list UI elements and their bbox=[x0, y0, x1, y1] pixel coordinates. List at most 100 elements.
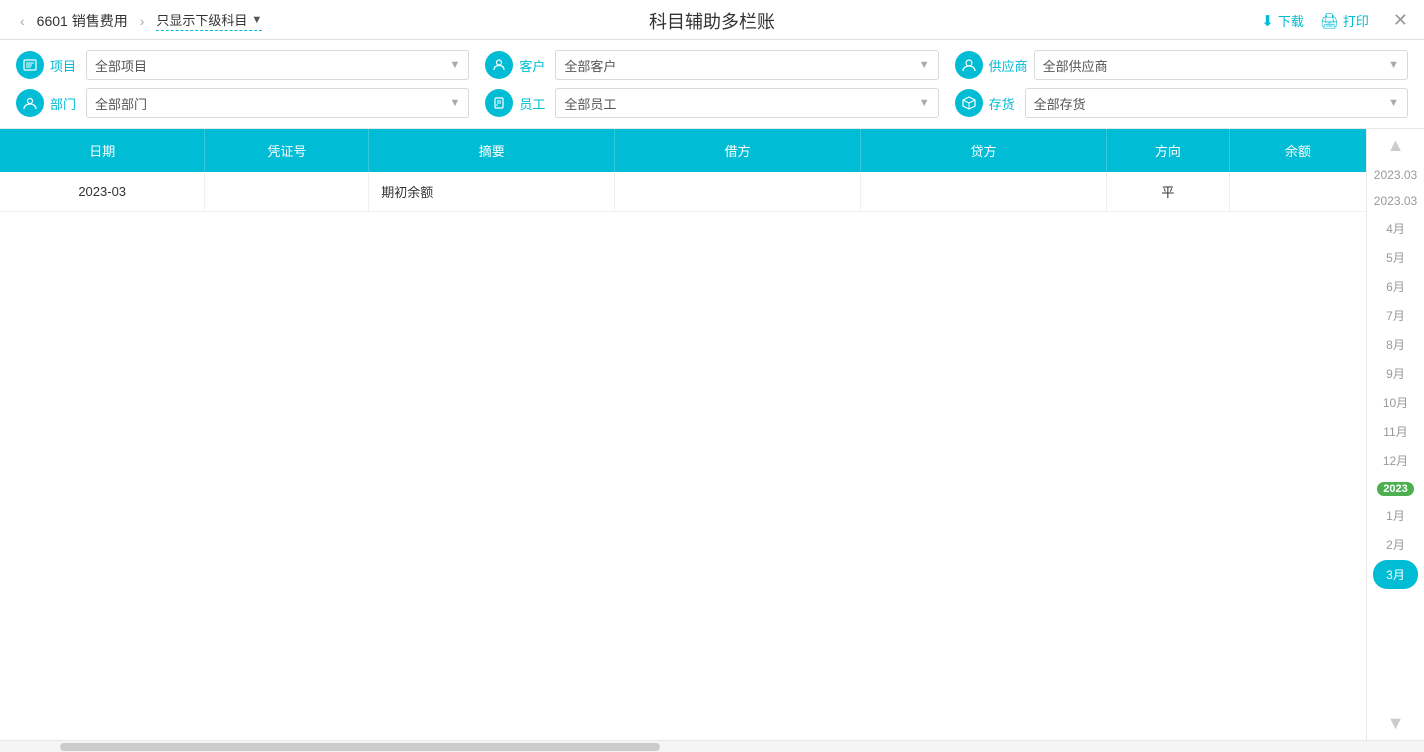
department-icon bbox=[16, 89, 44, 117]
ledger-table: 日期 凭证号 摘要 借方 贷方 方向 余额 2023-03 期初余额 平 bbox=[0, 129, 1366, 212]
scrollbar-thumb[interactable] bbox=[60, 743, 660, 751]
supplier-dropdown-icon: ▼ bbox=[1388, 59, 1399, 71]
supplier-value: 全部供应商 bbox=[1043, 56, 1108, 75]
customer-value: 全部客户 bbox=[564, 56, 616, 75]
project-dropdown-icon: ▼ bbox=[449, 59, 460, 71]
col-credit: 贷方 bbox=[861, 129, 1107, 172]
col-voucher: 凭证号 bbox=[205, 129, 369, 172]
main-window: ‹ 6601 销售费用 › 只显示下级科目 ▼ 科目辅助多栏账 ⬇ 下载 🖨 打… bbox=[0, 0, 1424, 752]
timeline-items: 2023.032023.034月5月6月7月8月9月10月11月12月20231… bbox=[1367, 162, 1424, 707]
scrollbar-track bbox=[0, 741, 1424, 752]
prev-arrow[interactable]: ‹ bbox=[16, 11, 29, 31]
col-direction: 方向 bbox=[1106, 129, 1229, 172]
customer-icon bbox=[485, 51, 513, 79]
filter-supplier: 供应商 全部供应商 ▼ bbox=[955, 50, 1408, 80]
inventory-dropdown-icon: ▼ bbox=[1388, 97, 1399, 109]
scroll-up-button[interactable]: ▲ bbox=[1367, 129, 1424, 162]
show-sub-label: 只显示下级科目 bbox=[156, 10, 247, 29]
next-arrow[interactable]: › bbox=[136, 11, 149, 31]
timeline-item[interactable]: 3月 bbox=[1373, 560, 1418, 589]
filter-project: 项目 全部项目 ▼ bbox=[16, 50, 469, 80]
cell-summary: 期初余额 bbox=[369, 172, 615, 212]
project-label: 项目 bbox=[50, 56, 80, 75]
titlebar-left: ‹ 6601 销售费用 › 只显示下级科目 ▼ bbox=[16, 10, 262, 31]
download-icon: ⬇ bbox=[1261, 12, 1274, 30]
department-select[interactable]: 全部部门 ▼ bbox=[86, 88, 469, 118]
show-sub-select[interactable]: 只显示下级科目 ▼ bbox=[156, 10, 262, 31]
col-debit: 借方 bbox=[615, 129, 861, 172]
customer-select[interactable]: 全部客户 ▼ bbox=[555, 50, 938, 80]
project-select[interactable]: 全部项目 ▼ bbox=[86, 50, 469, 80]
col-balance: 余额 bbox=[1229, 129, 1366, 172]
supplier-label: 供应商 bbox=[989, 56, 1028, 75]
employee-dropdown-icon: ▼ bbox=[919, 97, 930, 109]
customer-dropdown-icon: ▼ bbox=[919, 59, 930, 71]
employee-icon bbox=[485, 89, 513, 117]
timeline-item[interactable]: 2023.03 bbox=[1367, 188, 1424, 214]
department-label: 部门 bbox=[50, 94, 80, 113]
filter-row-1: 项目 全部项目 ▼ 客户 全部客户 ▼ bbox=[16, 50, 1408, 80]
timeline-item[interactable]: 1月 bbox=[1367, 501, 1424, 530]
employee-select[interactable]: 全部员工 ▼ bbox=[555, 88, 938, 118]
filters-area: 项目 全部项目 ▼ 客户 全部客户 ▼ bbox=[0, 40, 1424, 129]
timeline-item[interactable]: 12月 bbox=[1367, 446, 1424, 475]
table-body: 2023-03 期初余额 平 bbox=[0, 172, 1366, 212]
cell-date: 2023-03 bbox=[0, 172, 205, 212]
inventory-label: 存货 bbox=[989, 94, 1019, 113]
filter-employee: 员工 全部员工 ▼ bbox=[485, 88, 938, 118]
timeline-item[interactable]: 2月 bbox=[1367, 530, 1424, 559]
table-row: 2023-03 期初余额 平 bbox=[0, 172, 1366, 212]
cell-debit bbox=[615, 172, 861, 212]
inventory-select[interactable]: 全部存货 ▼ bbox=[1025, 88, 1408, 118]
titlebar: ‹ 6601 销售费用 › 只显示下级科目 ▼ 科目辅助多栏账 ⬇ 下载 🖨 打… bbox=[0, 0, 1424, 40]
horizontal-scrollbar[interactable] bbox=[0, 740, 1424, 752]
filter-department: 部门 全部部门 ▼ bbox=[16, 88, 469, 118]
timeline-item[interactable]: 5月 bbox=[1367, 243, 1424, 272]
employee-value: 全部员工 bbox=[564, 94, 616, 113]
timeline-item[interactable]: 2023.03 bbox=[1367, 162, 1424, 188]
cell-direction: 平 bbox=[1106, 172, 1229, 212]
print-button[interactable]: 🖨 打印 bbox=[1320, 11, 1369, 30]
timeline-item[interactable]: 4月 bbox=[1367, 214, 1424, 243]
employee-label: 员工 bbox=[519, 94, 549, 113]
department-value: 全部部门 bbox=[95, 94, 147, 113]
show-sub-dropdown-icon: ▼ bbox=[251, 14, 262, 26]
customer-label: 客户 bbox=[519, 56, 549, 75]
project-icon bbox=[16, 51, 44, 79]
inventory-icon bbox=[955, 89, 983, 117]
year-badge: 2023 bbox=[1377, 482, 1413, 496]
filter-row-2: 部门 全部部门 ▼ 员工 全部员工 bbox=[16, 88, 1408, 118]
project-value: 全部项目 bbox=[95, 56, 147, 75]
download-label: 下载 bbox=[1278, 11, 1304, 30]
filter-inventory: 存货 全部存货 ▼ bbox=[955, 88, 1408, 118]
cell-credit bbox=[861, 172, 1107, 212]
print-label: 打印 bbox=[1343, 11, 1369, 30]
timeline-item[interactable]: 8月 bbox=[1367, 330, 1424, 359]
col-summary: 摘要 bbox=[369, 129, 615, 172]
print-icon: 🖨 bbox=[1320, 12, 1339, 30]
supplier-icon bbox=[955, 51, 983, 79]
inventory-value: 全部存货 bbox=[1034, 94, 1086, 113]
close-button[interactable]: ✕ bbox=[1393, 10, 1408, 31]
table-header-row: 日期 凭证号 摘要 借方 贷方 方向 余额 bbox=[0, 129, 1366, 172]
table-area[interactable]: 日期 凭证号 摘要 借方 贷方 方向 余额 2023-03 期初余额 平 bbox=[0, 129, 1366, 740]
timeline-item[interactable]: 10月 bbox=[1367, 388, 1424, 417]
filter-customer: 客户 全部客户 ▼ bbox=[485, 50, 938, 80]
timeline-item[interactable]: 11月 bbox=[1367, 417, 1424, 446]
account-code: 6601 销售费用 bbox=[37, 11, 128, 31]
timeline-item[interactable]: 7月 bbox=[1367, 301, 1424, 330]
timeline-item[interactable]: 6月 bbox=[1367, 272, 1424, 301]
download-button[interactable]: ⬇ 下载 bbox=[1261, 11, 1304, 30]
page-title: 科目辅助多栏账 bbox=[649, 8, 775, 34]
department-dropdown-icon: ▼ bbox=[449, 97, 460, 109]
col-date: 日期 bbox=[0, 129, 205, 172]
supplier-select[interactable]: 全部供应商 ▼ bbox=[1034, 50, 1408, 80]
titlebar-right: ⬇ 下载 🖨 打印 ✕ bbox=[1261, 10, 1408, 31]
scroll-down-button[interactable]: ▼ bbox=[1367, 707, 1424, 740]
cell-balance bbox=[1229, 172, 1366, 212]
cell-voucher bbox=[205, 172, 369, 212]
side-panel: ▲ 2023.032023.034月5月6月7月8月9月10月11月12月202… bbox=[1366, 129, 1424, 740]
timeline-item[interactable]: 9月 bbox=[1367, 359, 1424, 388]
main-content: 日期 凭证号 摘要 借方 贷方 方向 余额 2023-03 期初余额 平 bbox=[0, 129, 1424, 740]
timeline-item[interactable]: 2023 bbox=[1367, 475, 1424, 501]
